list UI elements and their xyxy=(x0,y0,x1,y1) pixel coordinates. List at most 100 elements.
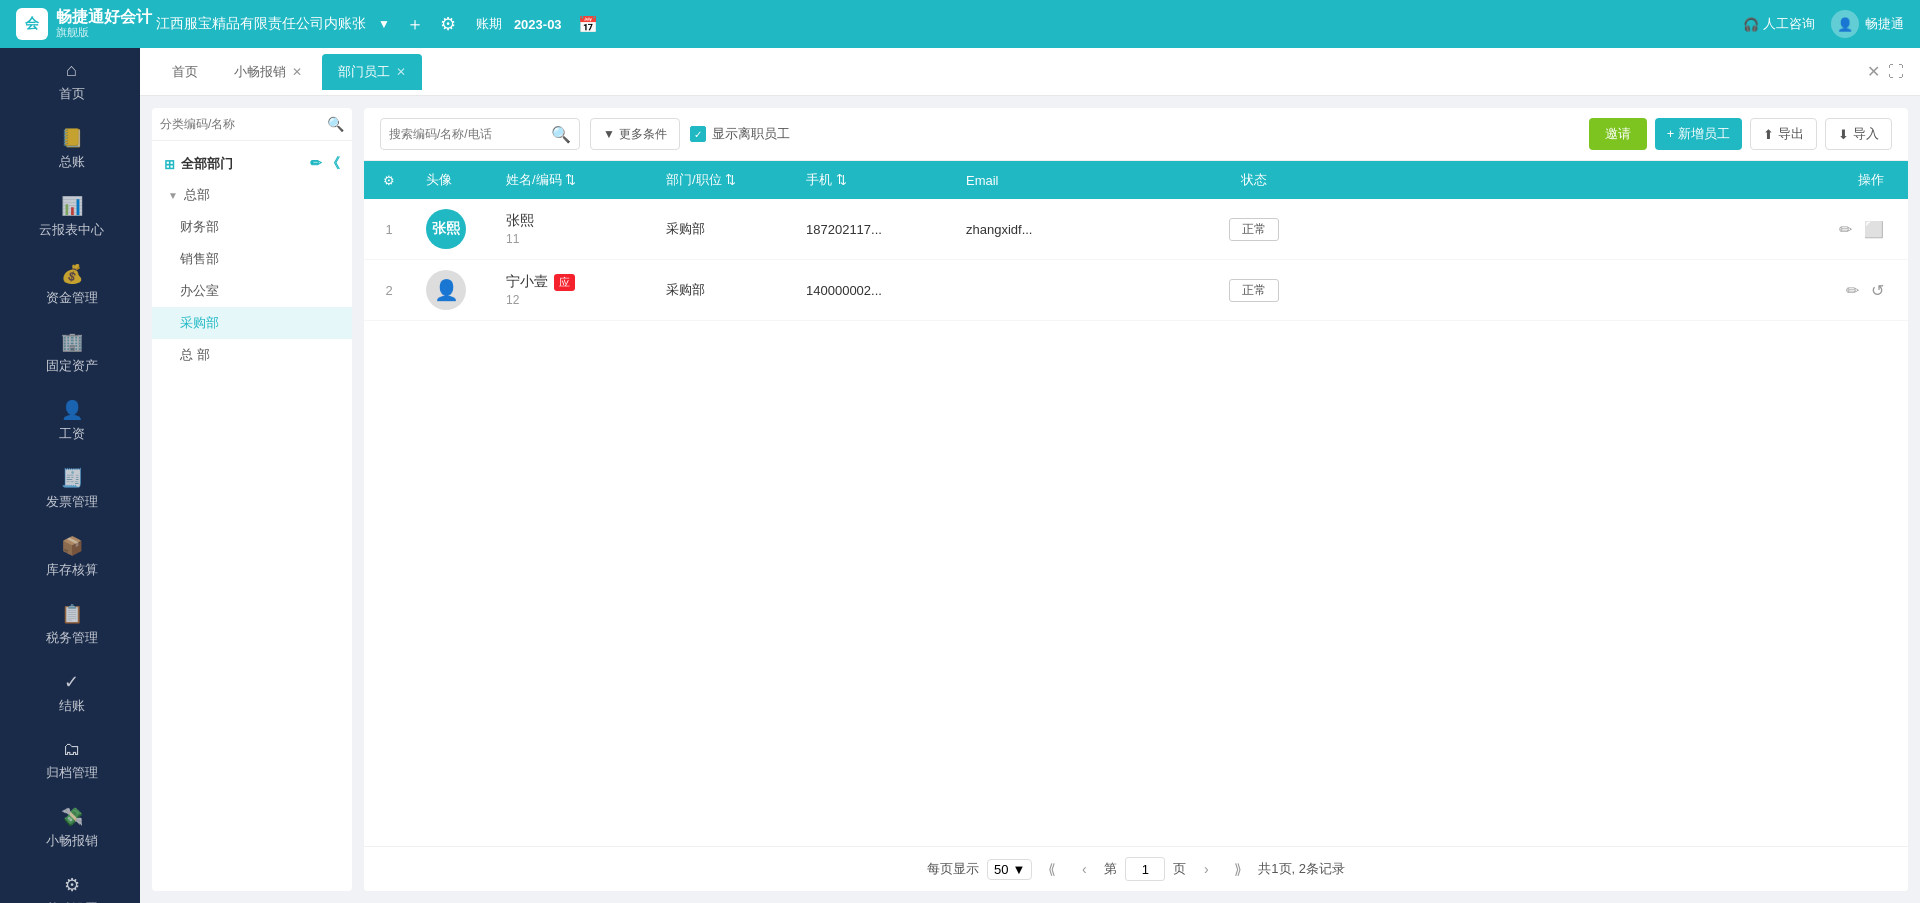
home-icon: ⌂ xyxy=(66,60,77,81)
row-avatar-cell: 👤 xyxy=(414,260,494,321)
row-name-cell: 张熙11 xyxy=(494,199,654,260)
export-button[interactable]: ⬆ 导出 xyxy=(1750,118,1817,150)
col-phone[interactable]: 手机 ⇅ xyxy=(794,161,954,199)
import-button[interactable]: ⬇ 导入 xyxy=(1825,118,1892,150)
service-label: 人工咨询 xyxy=(1763,15,1815,33)
tab-home[interactable]: 首页 xyxy=(156,57,214,87)
sidebar-item-funds[interactable]: 💰 资金管理 xyxy=(0,251,140,319)
row-avatar-cell: 张熙 xyxy=(414,199,494,260)
tax-icon: 📋 xyxy=(61,603,83,625)
company-dropdown-icon[interactable]: ▼ xyxy=(378,17,390,31)
page-next-button[interactable]: › xyxy=(1194,857,1218,881)
dept-sales-label: 销售部 xyxy=(180,250,219,268)
all-dept-label: 全部部门 xyxy=(181,155,233,173)
dept-item-office[interactable]: 办公室 xyxy=(152,275,352,307)
show-resigned-label: 显示离职员工 xyxy=(712,125,790,143)
per-page-select[interactable]: 50 ▼ xyxy=(987,859,1032,880)
col-dept[interactable]: 部门/职位 ⇅ xyxy=(654,161,794,199)
total-info: 共1页, 2条记录 xyxy=(1258,860,1345,878)
tab-department-close-icon[interactable]: ✕ xyxy=(396,65,406,79)
sidebar-item-checkout[interactable]: ✓ 结账 xyxy=(0,659,140,727)
sidebar-item-salary[interactable]: 👤 工资 xyxy=(0,387,140,455)
employee-search-box: 🔍 xyxy=(380,118,580,150)
sidebar-item-general-ledger[interactable]: 📒 总账 xyxy=(0,115,140,183)
edit-icon[interactable]: ✏ xyxy=(1846,281,1859,300)
tab-department-label: 部门员工 xyxy=(338,63,390,81)
sidebar-item-home[interactable]: ⌂ 首页 xyxy=(0,48,140,115)
delete-icon[interactable]: ↺ xyxy=(1871,281,1884,300)
row-actions-cell: ✏↺ xyxy=(1354,260,1908,321)
pagination: 每页显示 50 ▼ ⟪ ‹ 第 页 › ⟫ 共1页, 2条记录 xyxy=(364,846,1908,891)
page-prev-button[interactable]: ‹ xyxy=(1072,857,1096,881)
dept-item-headquarters[interactable]: 总 部 xyxy=(152,339,352,371)
tab-expense[interactable]: 小畅报销 ✕ xyxy=(218,57,318,87)
edit-icon[interactable]: ✏ xyxy=(1839,220,1852,239)
tab-close-all-icon[interactable]: ✕ xyxy=(1867,62,1880,81)
sidebar-item-reports[interactable]: 📊 云报表中心 xyxy=(0,183,140,251)
dept-item-sales[interactable]: 销售部 xyxy=(152,243,352,275)
show-resigned-checkbox[interactable]: ✓ 显示离职员工 xyxy=(690,125,790,143)
employee-search-input[interactable] xyxy=(389,127,545,141)
service-button[interactable]: 🎧 人工咨询 xyxy=(1743,15,1815,33)
tab-department[interactable]: 部门员工 ✕ xyxy=(322,54,422,90)
logo-icon: 会 xyxy=(16,8,48,40)
page-label: 页 xyxy=(1173,860,1186,878)
sidebar-label-archive: 归档管理 xyxy=(46,764,98,782)
filter-button[interactable]: ▼ 更多条件 xyxy=(590,118,680,150)
add-company-button[interactable]: ＋ xyxy=(402,12,428,36)
sidebar-item-inventory[interactable]: 📦 库存核算 xyxy=(0,523,140,591)
col-name[interactable]: 姓名/编码 ⇅ xyxy=(494,161,654,199)
page-last-button[interactable]: ⟫ xyxy=(1226,857,1250,881)
dept-collapse-icon[interactable]: 《 xyxy=(326,155,340,173)
employee-code: 12 xyxy=(506,293,642,307)
import-label: 导入 xyxy=(1853,125,1879,143)
table-row: 2👤宁小壹应12采购部140000002...正常✏↺ xyxy=(364,260,1908,321)
all-dept-header[interactable]: ⊞ 全部部门 ✏ 《 xyxy=(152,149,352,179)
user-area[interactable]: 👤 畅捷通 xyxy=(1831,10,1904,38)
col-settings[interactable]: ⚙ xyxy=(364,161,414,199)
add-employee-button[interactable]: + 新增员工 xyxy=(1655,118,1742,150)
export-icon: ⬆ xyxy=(1763,127,1774,142)
row-email-cell: zhangxidf... xyxy=(954,199,1154,260)
employee-search-icon[interactable]: 🔍 xyxy=(551,125,571,144)
col-email: Email xyxy=(954,161,1154,199)
filter-icon: ▼ xyxy=(603,127,615,141)
page-content: 🔍 ⊞ 全部部门 ✏ 《 ▼ 总部 xyxy=(140,96,1920,903)
dept-edit-icon[interactable]: ✏ xyxy=(310,155,322,173)
sidebar-item-expense[interactable]: 💸 小畅报销 xyxy=(0,794,140,862)
header-settings-icon[interactable]: ⚙ xyxy=(440,13,456,35)
dept-group-zongbu[interactable]: ▼ 总部 xyxy=(152,179,352,211)
row-email-cell xyxy=(954,260,1154,321)
tab-bar-actions: ✕ ⛶ xyxy=(1867,62,1904,81)
sidebar-item-fixed-assets[interactable]: 🏢 固定资产 xyxy=(0,319,140,387)
page-number-input[interactable] xyxy=(1125,857,1165,881)
period-value[interactable]: 2023-03 xyxy=(514,17,562,32)
page-first-button[interactable]: ⟪ xyxy=(1040,857,1064,881)
left-panel: 🔍 ⊞ 全部部门 ✏ 《 ▼ 总部 xyxy=(152,108,352,891)
sidebar-item-invoice[interactable]: 🧾 发票管理 xyxy=(0,455,140,523)
user-icon: 👤 xyxy=(1837,17,1853,32)
logout-icon[interactable]: ⬜ xyxy=(1864,220,1884,239)
invite-button[interactable]: 邀请 xyxy=(1589,118,1647,150)
company-name[interactable]: 江西服宝精品有限责任公司内账张 xyxy=(156,15,366,33)
logo-area: 会 畅捷通好会计 旗舰版 xyxy=(16,8,156,41)
sidebar-item-tax[interactable]: 📋 税务管理 xyxy=(0,591,140,659)
tab-expense-close-icon[interactable]: ✕ xyxy=(292,65,302,79)
avatar: 👤 xyxy=(1831,10,1859,38)
dept-search-input[interactable] xyxy=(160,117,321,131)
dept-finance-label: 财务部 xyxy=(180,218,219,236)
employee-badge: 应 xyxy=(554,274,575,291)
employee-code: 11 xyxy=(506,232,642,246)
calendar-icon[interactable]: 📅 xyxy=(578,15,598,34)
dept-office-label: 办公室 xyxy=(180,282,219,300)
expense-icon: 💸 xyxy=(61,806,83,828)
tab-expand-icon[interactable]: ⛶ xyxy=(1888,63,1904,81)
dept-item-finance[interactable]: 财务部 xyxy=(152,211,352,243)
sidebar-item-settings[interactable]: ⚙ 基础设置 xyxy=(0,862,140,903)
dept-search-icon[interactable]: 🔍 xyxy=(327,116,344,132)
dept-item-purchasing[interactable]: 采购部 xyxy=(152,307,352,339)
sidebar-label-reports: 云报表中心 xyxy=(39,221,104,239)
sidebar-label-home: 首页 xyxy=(59,85,85,103)
sidebar-item-archive[interactable]: 🗂 归档管理 xyxy=(0,727,140,794)
dept-search-box: 🔍 xyxy=(152,108,352,141)
